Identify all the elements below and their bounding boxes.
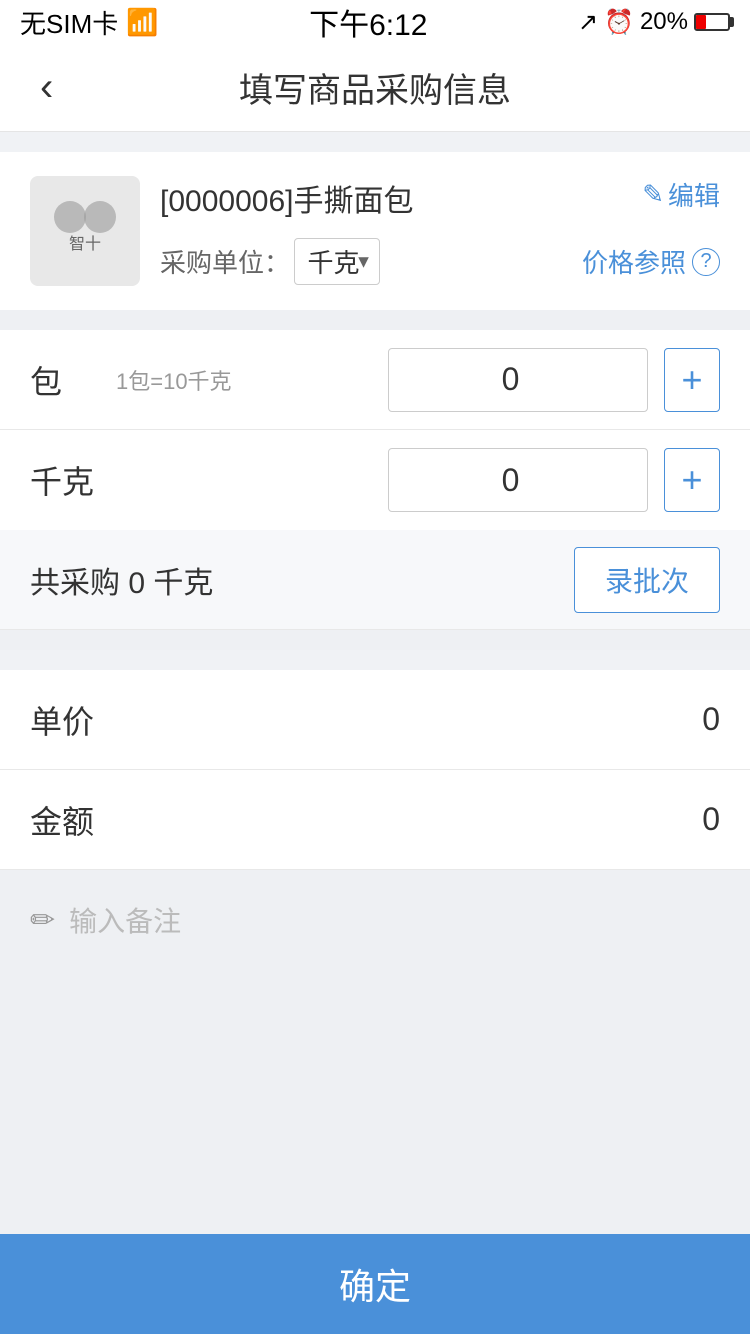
bag-sublabel: 1包=10千克	[116, 364, 232, 396]
kg-plus-button[interactable]: +	[664, 448, 720, 512]
divider-2	[0, 630, 750, 650]
unit-label: 采购单位：	[160, 248, 290, 278]
product-info: [0000006]手撕面包 ✎ 编辑 采购单位： 千克 价格参照 ?	[160, 176, 720, 285]
status-left: 无SIM卡 📶	[20, 4, 159, 41]
price-value: 0	[702, 701, 720, 738]
page-title: 填写商品采购信息	[239, 63, 511, 112]
price-row: 单价 0	[0, 670, 750, 770]
edit-icon: ✎	[642, 179, 664, 210]
total-label: 共采购	[30, 567, 120, 600]
bag-quantity-input[interactable]	[388, 348, 648, 412]
status-right: ↗ ⏰ 20%	[578, 8, 730, 37]
kg-input-right: +	[110, 448, 720, 512]
product-name: [0000006]手撕面包	[160, 176, 642, 220]
notes-section[interactable]: ✏ 输入备注	[0, 870, 750, 970]
price-label: 单价	[30, 697, 94, 743]
edit-label: 编辑	[668, 176, 720, 213]
price-amount-section: 单价 0 金额 0	[0, 670, 750, 870]
price-ref-label: 价格参照	[582, 243, 686, 280]
bag-label: 包	[30, 357, 110, 403]
confirm-label: 确定	[339, 1258, 411, 1310]
divider-1	[0, 310, 750, 330]
product-logo-icon: 智十	[50, 197, 120, 257]
product-title-row: [0000006]手撕面包 ✎ 编辑	[160, 176, 720, 220]
bag-plus-button[interactable]: +	[664, 348, 720, 412]
kg-quantity-input[interactable]	[388, 448, 648, 512]
pencil-icon: ✏	[30, 903, 55, 938]
confirm-button[interactable]: 确定	[0, 1234, 750, 1334]
nav-bar: ‹ 填写商品采购信息	[0, 44, 750, 132]
amount-label: 金额	[30, 797, 94, 843]
bag-input-right: +	[232, 348, 720, 412]
total-text: 共采购 0 千克	[30, 558, 213, 602]
status-bar: 无SIM卡 📶 下午6:12 ↗ ⏰ 20%	[0, 0, 750, 44]
location-icon: ↗	[578, 8, 598, 37]
unit-select[interactable]: 千克	[294, 238, 380, 285]
battery-icon	[694, 13, 730, 31]
battery-text: 20%	[640, 8, 688, 36]
product-card: 智十 [0000006]手撕面包 ✎ 编辑 采购单位： 千克 价格参照 ?	[0, 152, 750, 310]
total-value: 0	[120, 567, 153, 600]
price-reference-button[interactable]: 价格参照 ?	[582, 243, 720, 280]
edit-button[interactable]: ✎ 编辑	[642, 176, 720, 213]
amount-value: 0	[702, 801, 720, 838]
product-unit-row: 采购单位： 千克 价格参照 ?	[160, 238, 720, 285]
input-section: 包 1包=10千克 + 千克 +	[0, 330, 750, 530]
alarm-icon: ⏰	[604, 8, 634, 37]
kg-input-row: 千克 +	[0, 430, 750, 530]
question-icon: ?	[692, 248, 720, 276]
bag-input-row: 包 1包=10千克 +	[0, 330, 750, 430]
total-unit: 千克	[153, 567, 213, 600]
total-section: 共采购 0 千克 录批次	[0, 530, 750, 630]
back-button[interactable]: ‹	[30, 55, 63, 120]
notes-placeholder-text: 输入备注	[69, 900, 181, 940]
unit-selector-area: 采购单位： 千克	[160, 238, 380, 285]
wifi-icon: 📶	[126, 7, 158, 38]
unit-select-wrapper[interactable]: 千克	[294, 238, 380, 285]
kg-label: 千克	[30, 457, 110, 503]
svg-text:智十: 智十	[69, 235, 101, 253]
product-image: 智十	[30, 176, 140, 286]
carrier-text: 无SIM卡	[20, 4, 118, 41]
record-batch-button[interactable]: 录批次	[574, 547, 720, 613]
amount-row: 金额 0	[0, 770, 750, 870]
status-time: 下午6:12	[309, 0, 427, 44]
